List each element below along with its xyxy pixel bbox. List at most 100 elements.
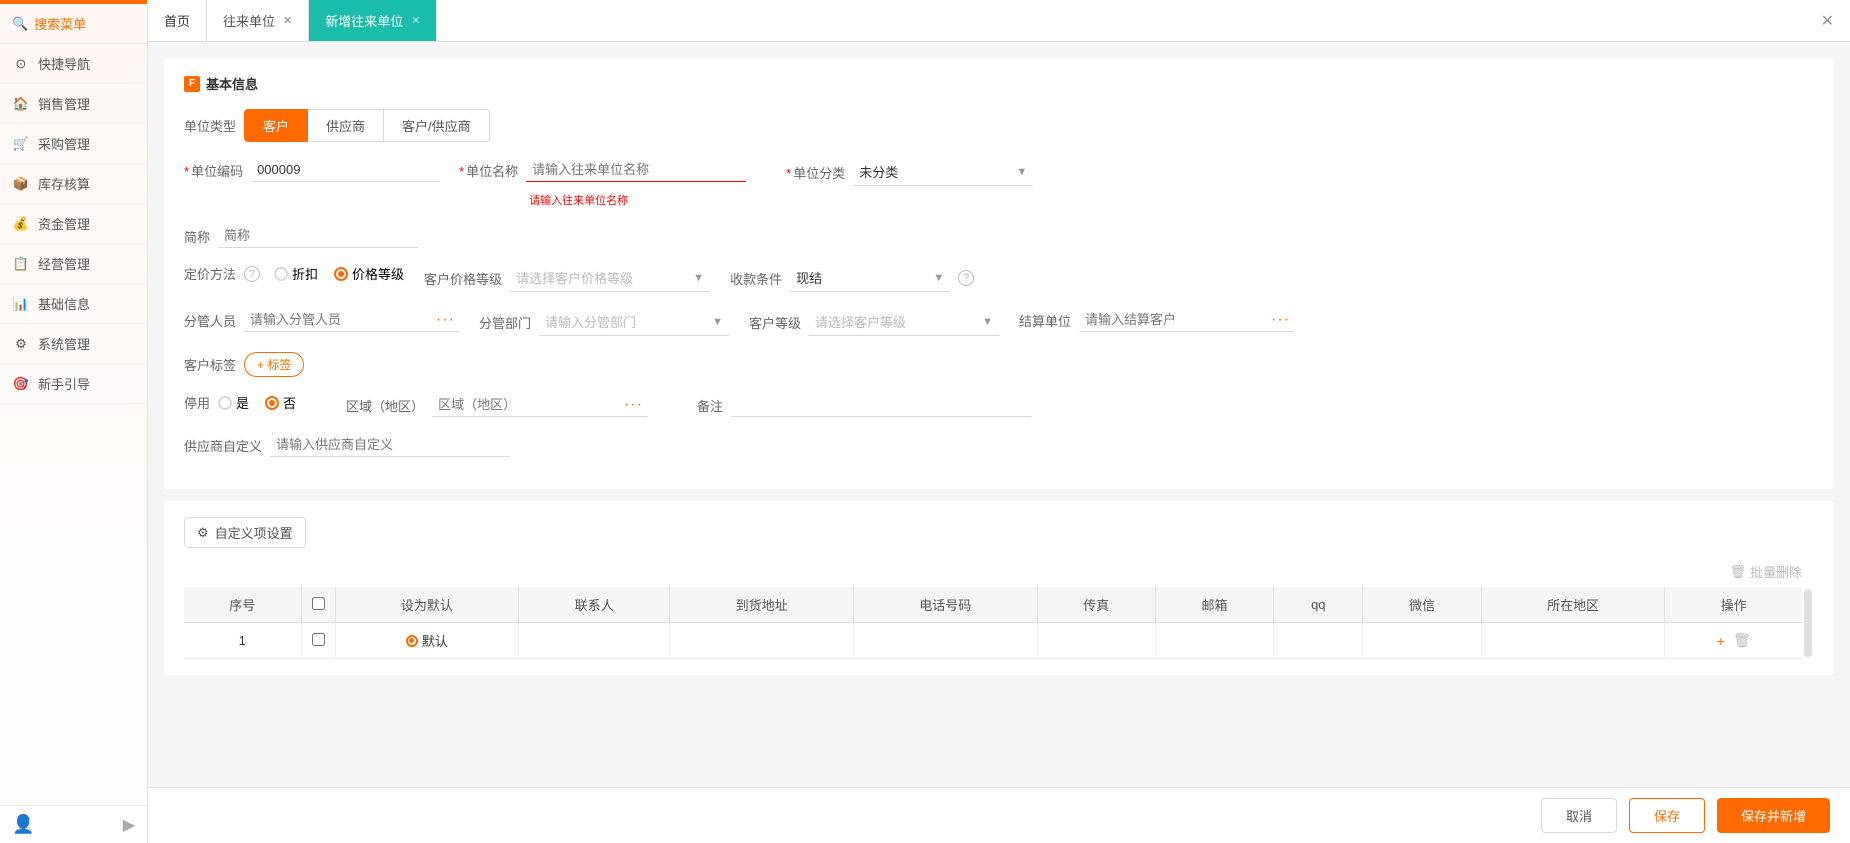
guide-icon: 🎯 xyxy=(12,375,30,393)
th-address: 到货地址 xyxy=(670,587,854,623)
td-qq[interactable] xyxy=(1274,623,1363,659)
pricing-radio-level-dot xyxy=(338,271,344,277)
short-name-input[interactable] xyxy=(218,224,418,248)
table-actions-bar: 🗑 批量删除 xyxy=(184,556,1814,587)
inventory-icon: 📦 xyxy=(12,175,30,193)
section-title-icon: F xyxy=(184,76,200,92)
customer-price-level-label: 客户价格等级 xyxy=(424,269,502,288)
sidebar-item-quick-label: 快捷导航 xyxy=(38,54,90,73)
region-input[interactable] xyxy=(432,393,620,416)
th-contact: 联系人 xyxy=(519,587,670,623)
pricing-radio-level[interactable]: 价格等级 xyxy=(334,264,404,283)
unit-type-label: 单位类型 xyxy=(184,116,236,135)
sidebar-item-quick[interactable]: ⊙ 快捷导航 xyxy=(0,44,147,84)
unit-name-input[interactable] xyxy=(526,158,746,182)
td-phone[interactable] xyxy=(853,623,1037,659)
td-fax[interactable] xyxy=(1037,623,1155,659)
department-field: 分管部门 请输入分管部门 ▼ xyxy=(479,308,729,336)
payment-terms-help-icon[interactable]: ? xyxy=(958,270,974,286)
table-scrollbar[interactable] xyxy=(1804,589,1812,657)
unit-name-label: *单位名称 xyxy=(459,161,518,180)
sidebar-search[interactable]: 🔍 搜索菜单 xyxy=(0,4,147,44)
sidebar-user-icon: 👤 xyxy=(12,814,34,835)
contacts-table: 序号 设为默认 联系人 到货地址 电话号码 传真 邮箱 qq 微信 所在地区 操… xyxy=(184,587,1802,659)
cancel-button[interactable]: 取消 xyxy=(1541,798,1617,833)
department-arrow: ▼ xyxy=(712,316,723,328)
sidebar-item-system[interactable]: ⚙ 系统管理 xyxy=(0,324,147,364)
th-action: 操作 xyxy=(1665,587,1802,623)
tab-new-partner[interactable]: 新增往来单位 ✕ xyxy=(309,0,437,41)
default-radio-circle[interactable] xyxy=(406,635,418,647)
disabled-no-circle xyxy=(265,396,279,410)
td-contact[interactable] xyxy=(519,623,670,659)
td-email[interactable] xyxy=(1155,623,1273,659)
customer-level-select[interactable]: 请选择客户等级 ▼ xyxy=(809,308,999,336)
tab-partners-close[interactable]: ✕ xyxy=(283,14,292,27)
short-name-row: 简称 xyxy=(184,224,1814,248)
tab-home[interactable]: 首页 xyxy=(148,0,207,41)
select-all-checkbox[interactable] xyxy=(312,597,325,610)
tab-new-partner-label: 新增往来单位 xyxy=(325,11,403,30)
td-area[interactable] xyxy=(1481,623,1665,659)
add-row-btn[interactable]: + xyxy=(1717,633,1725,649)
sidebar-item-inventory-label: 库存核算 xyxy=(38,174,90,193)
btn-type-supplier[interactable]: 供应商 xyxy=(308,109,384,142)
sidebar-item-inventory[interactable]: 📦 库存核算 xyxy=(0,164,147,204)
tabs-bar: 首页 往来单位 ✕ 新增往来单位 ✕ ✕ xyxy=(148,0,1850,42)
td-address[interactable] xyxy=(670,623,854,659)
pricing-help-icon[interactable]: ? xyxy=(244,266,260,282)
sidebar-item-operation[interactable]: 📋 经营管理 xyxy=(0,244,147,284)
tab-partners[interactable]: 往来单位 ✕ xyxy=(207,0,309,41)
unit-type-field: 单位类型 客户 供应商 客户/供应商 xyxy=(184,109,490,142)
td-wechat[interactable] xyxy=(1363,623,1481,659)
sidebar-item-guide[interactable]: 🎯 新手引导 xyxy=(0,364,147,404)
sidebar-expand-icon: ▶ xyxy=(123,815,135,835)
sidebar-item-basic[interactable]: 📊 基础信息 xyxy=(0,284,147,324)
sidebar-item-purchase[interactable]: 🛒 采购管理 xyxy=(0,124,147,164)
remarks-input[interactable] xyxy=(731,393,1031,417)
disabled-yes[interactable]: 是 xyxy=(218,393,249,412)
batch-delete-label[interactable]: 批量删除 xyxy=(1750,562,1802,581)
short-name-field: 简称 xyxy=(184,224,418,248)
default-label: 默认 xyxy=(422,631,448,650)
add-tag-button[interactable]: + 标签 xyxy=(244,352,304,377)
department-select[interactable]: 请输入分管部门 ▼ xyxy=(539,308,729,336)
custom-settings-button[interactable]: ⚙ 自定义项设置 xyxy=(184,517,306,548)
th-phone: 电话号码 xyxy=(853,587,1037,623)
manager-input[interactable] xyxy=(244,308,432,331)
unit-code-input[interactable] xyxy=(251,158,439,182)
btn-type-both[interactable]: 客户/供应商 xyxy=(384,109,490,142)
th-default: 设为默认 xyxy=(335,587,519,623)
delete-row-btn[interactable]: 🗑 xyxy=(1733,632,1751,649)
sidebar-item-system-label: 系统管理 xyxy=(38,334,90,353)
pricing-field: 定价方法 ? 折扣 价格等级 xyxy=(184,264,404,283)
pricing-radio-level-label: 价格等级 xyxy=(352,264,404,283)
supplier-custom-input[interactable] xyxy=(270,433,510,457)
manager-more-btn[interactable]: ··· xyxy=(432,311,459,329)
unit-category-select[interactable]: 未分类 ▼ xyxy=(853,158,1033,186)
disabled-no[interactable]: 否 xyxy=(265,393,296,412)
sidebar-item-finance[interactable]: 💰 资金管理 xyxy=(0,204,147,244)
row-checkbox[interactable] xyxy=(312,633,325,646)
settlement-unit-more-btn[interactable]: ··· xyxy=(1267,311,1294,329)
btn-type-customer[interactable]: 客户 xyxy=(244,109,308,142)
customer-price-level-arrow: ▼ xyxy=(693,272,704,284)
td-seq: 1 xyxy=(184,623,301,659)
page-content: F 基本信息 单位类型 客户 供应商 客户/供应商 *单位编 xyxy=(148,42,1850,787)
region-more-btn[interactable]: ··· xyxy=(620,396,647,414)
pricing-radio-discount[interactable]: 折扣 xyxy=(274,264,318,283)
sidebar-item-sales[interactable]: 🏠 销售管理 xyxy=(0,84,147,124)
custom-settings-label: 自定义项设置 xyxy=(215,523,293,542)
supplier-custom-label: 供应商自定义 xyxy=(184,436,262,455)
payment-terms-select[interactable]: 现结 ▼ xyxy=(790,264,950,292)
th-fax: 传真 xyxy=(1037,587,1155,623)
manager-label: 分管人员 xyxy=(184,311,236,330)
tab-new-partner-close[interactable]: ✕ xyxy=(411,14,420,27)
customer-price-level-select[interactable]: 请选择客户价格等级 ▼ xyxy=(510,264,710,292)
save-button[interactable]: 保存 xyxy=(1629,798,1705,833)
tab-partners-label: 往来单位 xyxy=(223,11,275,30)
save-new-button[interactable]: 保存并新增 xyxy=(1717,798,1830,833)
settlement-unit-input[interactable] xyxy=(1079,308,1267,331)
tabs-close-all[interactable]: ✕ xyxy=(1805,11,1850,31)
system-icon: ⚙ xyxy=(12,335,30,353)
